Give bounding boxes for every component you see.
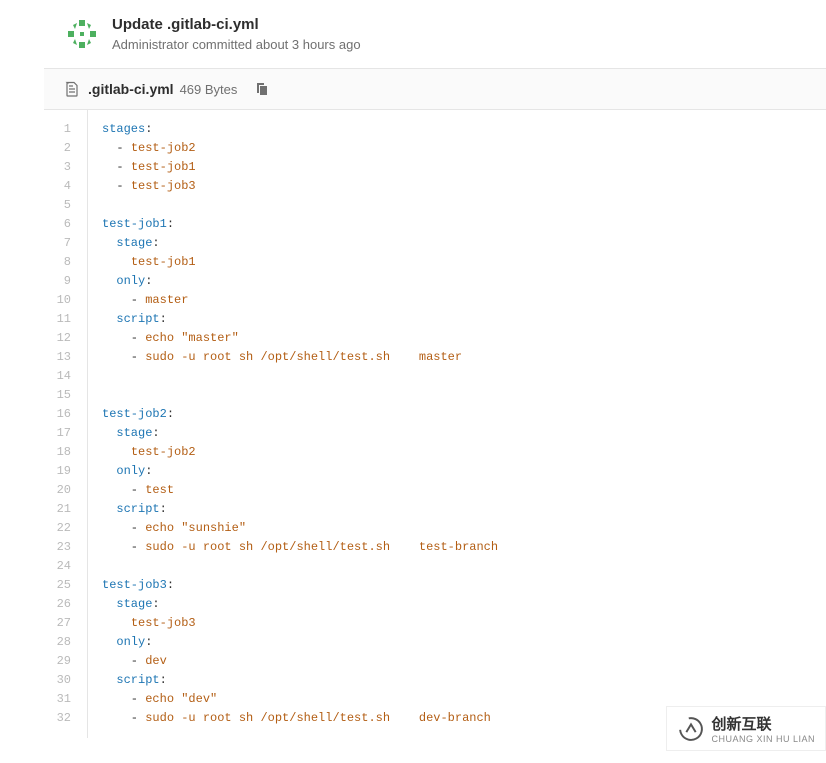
- code-line: stage:: [102, 595, 812, 614]
- code-line: only:: [102, 462, 812, 481]
- line-number[interactable]: 29: [44, 652, 79, 671]
- line-number[interactable]: 2: [44, 139, 79, 158]
- code-content: stages: - test-job2 - test-job1 - test-j…: [88, 110, 826, 738]
- code-line: - sudo -u root sh /opt/shell/test.sh tes…: [102, 538, 812, 557]
- line-number[interactable]: 23: [44, 538, 79, 557]
- line-number[interactable]: 18: [44, 443, 79, 462]
- code-line: test-job3: [102, 614, 812, 633]
- line-number[interactable]: 26: [44, 595, 79, 614]
- line-numbers: 1234567891011121314151617181920212223242…: [44, 110, 88, 738]
- line-number[interactable]: 24: [44, 557, 79, 576]
- code-line: - dev: [102, 652, 812, 671]
- code-line: stages:: [102, 120, 812, 139]
- code-line: test-job1:: [102, 215, 812, 234]
- code-line: test-job2: [102, 443, 812, 462]
- code-line: [102, 196, 812, 215]
- code-container: 1234567891011121314151617181920212223242…: [44, 110, 826, 738]
- line-number[interactable]: 31: [44, 690, 79, 709]
- line-number[interactable]: 28: [44, 633, 79, 652]
- code-line: script:: [102, 500, 812, 519]
- avatar: [64, 16, 100, 52]
- line-number[interactable]: 7: [44, 234, 79, 253]
- line-number[interactable]: 32: [44, 709, 79, 728]
- code-line: only:: [102, 272, 812, 291]
- line-number[interactable]: 1: [44, 120, 79, 139]
- code-line: [102, 367, 812, 386]
- line-number[interactable]: 22: [44, 519, 79, 538]
- line-number[interactable]: 5: [44, 196, 79, 215]
- code-line: - test-job2: [102, 139, 812, 158]
- code-line: - test-job3: [102, 177, 812, 196]
- line-number[interactable]: 13: [44, 348, 79, 367]
- file-name: .gitlab-ci.yml: [88, 81, 174, 97]
- code-line: test-job3:: [102, 576, 812, 595]
- line-number[interactable]: 16: [44, 405, 79, 424]
- commit-title: Update .gitlab-ci.yml: [112, 16, 806, 33]
- code-line: - test: [102, 481, 812, 500]
- file-icon: [64, 81, 80, 97]
- line-number[interactable]: 3: [44, 158, 79, 177]
- line-number[interactable]: 27: [44, 614, 79, 633]
- code-line: script:: [102, 671, 812, 690]
- code-line: - echo "sunshie": [102, 519, 812, 538]
- commit-meta: Administrator committed about 3 hours ag…: [112, 37, 806, 52]
- code-line: test-job1: [102, 253, 812, 272]
- line-number[interactable]: 20: [44, 481, 79, 500]
- watermark: 创新互联 CHUANG XIN HU LIAN: [666, 706, 826, 751]
- line-number[interactable]: 19: [44, 462, 79, 481]
- code-line: stage:: [102, 234, 812, 253]
- line-number[interactable]: 21: [44, 500, 79, 519]
- line-number[interactable]: 4: [44, 177, 79, 196]
- file-size: 469 Bytes: [180, 82, 238, 97]
- line-number[interactable]: 6: [44, 215, 79, 234]
- code-line: - test-job1: [102, 158, 812, 177]
- code-line: stage:: [102, 424, 812, 443]
- watermark-py: CHUANG XIN HU LIAN: [711, 734, 815, 744]
- code-line: - echo "master": [102, 329, 812, 348]
- code-line: script:: [102, 310, 812, 329]
- line-number[interactable]: 10: [44, 291, 79, 310]
- line-number[interactable]: 9: [44, 272, 79, 291]
- watermark-text: 创新互联 CHUANG XIN HU LIAN: [711, 713, 815, 744]
- file-header: .gitlab-ci.yml 469 Bytes: [44, 69, 826, 110]
- commit-header: Update .gitlab-ci.yml Administrator comm…: [44, 0, 826, 69]
- code-line: - sudo -u root sh /opt/shell/test.sh mas…: [102, 348, 812, 367]
- code-line: test-job2:: [102, 405, 812, 424]
- line-number[interactable]: 12: [44, 329, 79, 348]
- line-number[interactable]: 17: [44, 424, 79, 443]
- code-line: [102, 557, 812, 576]
- line-number[interactable]: 11: [44, 310, 79, 329]
- line-number[interactable]: 8: [44, 253, 79, 272]
- watermark-cn: 创新互联: [711, 713, 815, 734]
- line-number[interactable]: 14: [44, 367, 79, 386]
- commit-info: Update .gitlab-ci.yml Administrator comm…: [112, 16, 806, 52]
- line-number[interactable]: 30: [44, 671, 79, 690]
- line-number[interactable]: 25: [44, 576, 79, 595]
- code-line: [102, 386, 812, 405]
- line-number[interactable]: 15: [44, 386, 79, 405]
- code-line: only:: [102, 633, 812, 652]
- watermark-logo-icon: [677, 715, 705, 743]
- copy-icon[interactable]: [253, 81, 269, 97]
- code-line: - master: [102, 291, 812, 310]
